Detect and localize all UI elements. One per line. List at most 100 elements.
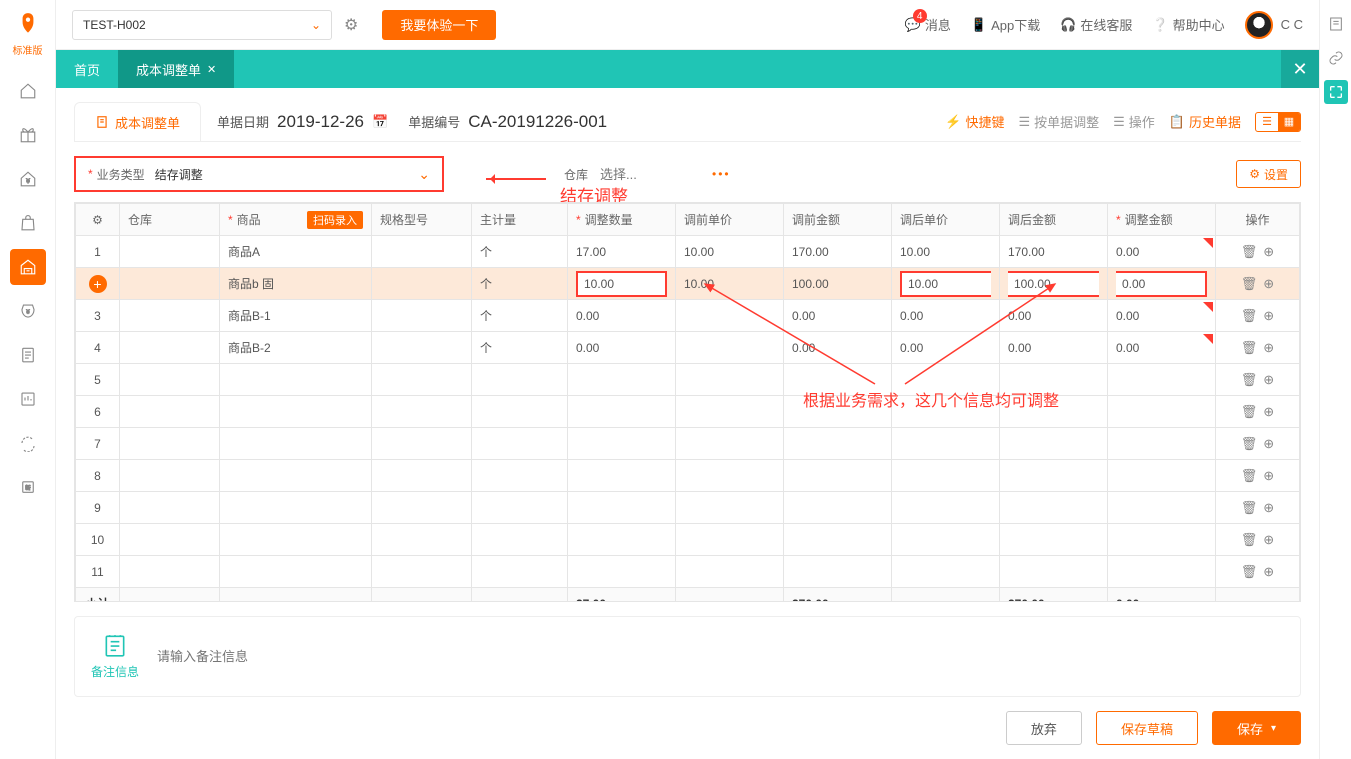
subtotal-row: 小计 27.00270.00 270.000.00 [76,588,1300,603]
calendar-icon[interactable]: 📅 [372,114,388,130]
nav-money-icon[interactable]: ¥ [10,293,46,329]
delete-icon[interactable]: 🗑 [1241,340,1258,355]
col-unit[interactable]: 主计量 [472,204,568,236]
svg-text:¥: ¥ [26,309,29,315]
col-pre-amount[interactable]: 调前金额 [784,204,892,236]
table-row[interactable]: 11🗑⊕ [76,556,1300,588]
save-button[interactable]: 保存▾ [1212,711,1301,745]
col-post-price[interactable]: 调后单价 [892,204,1000,236]
close-icon[interactable]: ✕ [207,63,216,76]
table-row[interactable]: 4商品B-2个0.000.000.000.000.00🗑⊕ [76,332,1300,364]
user-link[interactable]: C C [1245,11,1303,39]
remark-input[interactable] [157,649,1284,664]
delete-icon[interactable]: 🗑 [1241,468,1258,483]
history-link[interactable]: 📋历史单据 [1169,112,1241,131]
nav-price-icon[interactable]: ¥ [10,161,46,197]
nav-clipboard-icon[interactable] [10,337,46,373]
nav-report-icon[interactable] [10,381,46,417]
dock-note-icon[interactable] [1324,12,1348,36]
copy-icon[interactable]: ⊕ [1263,340,1274,355]
chevron-down-icon: ⌄ [311,18,321,32]
messages-link[interactable]: 💬 4 消息 [905,15,951,34]
experience-button[interactable]: 我要体验一下 [382,10,496,40]
copy-icon[interactable]: ⊕ [1263,372,1274,387]
copy-icon[interactable]: ⊕ [1263,276,1274,291]
table-row[interactable]: 1商品A个17.0010.00170.0010.00170.000.00🗑⊕ [76,236,1300,268]
tenant-select[interactable]: TEST-H002 ⌄ [72,10,332,40]
nav-home-icon[interactable] [10,73,46,109]
doc-date[interactable]: 2019-12-26 [277,112,364,132]
copy-icon[interactable]: ⊕ [1263,468,1274,483]
delete-icon[interactable]: 🗑 [1241,308,1258,323]
list-icon: ☰ [1018,114,1030,130]
col-gear[interactable]: ⚙ [76,204,120,236]
dock-expand-icon[interactable] [1324,80,1348,104]
add-row-icon[interactable]: + [89,275,107,293]
copy-icon[interactable]: ⊕ [1263,564,1274,579]
view-toggle[interactable]: ☰▦ [1255,112,1301,132]
delete-icon[interactable]: 🗑 [1241,404,1258,419]
col-spec[interactable]: 规格型号 [372,204,472,236]
doc-icon [95,115,109,129]
table-row[interactable]: 3商品B-1个0.000.000.000.000.00🗑⊕ [76,300,1300,332]
help-link[interactable]: ❔帮助中心 [1152,15,1224,34]
nav-refresh-icon[interactable] [10,425,46,461]
col-adj-amount[interactable]: *调整金额 [1108,204,1216,236]
post-amount-input[interactable]: 100.00 [1008,271,1099,297]
cancel-button[interactable]: 放弃 [1006,711,1082,745]
tab-cost-adjust[interactable]: 成本调整单✕ [118,50,234,88]
gear-icon[interactable]: ⚙ [344,15,358,35]
delete-icon[interactable]: 🗑 [1241,276,1258,291]
copy-icon[interactable]: ⊕ [1263,436,1274,451]
copy-icon[interactable]: ⊕ [1263,500,1274,515]
nav-gift-icon[interactable] [10,117,46,153]
adj-amount-input[interactable]: 0.00 [1116,271,1207,297]
copy-icon[interactable]: ⊕ [1263,308,1274,323]
customer-service-link[interactable]: 🎧在线客服 [1060,15,1132,34]
nav-warehouse-icon[interactable] [10,249,46,285]
by-doc-link[interactable]: ☰按单据调整 [1018,112,1099,131]
tabs-close-all[interactable]: ✕ [1281,50,1319,88]
copy-icon[interactable]: ⊕ [1263,244,1274,259]
business-type-select[interactable]: * 业务类型 结存调整 ⌄ [74,156,444,192]
warehouse-input[interactable] [600,167,700,182]
view-list-icon[interactable]: ☰ [1256,113,1278,131]
col-warehouse[interactable]: 仓库 [120,204,220,236]
table-row[interactable]: 5🗑⊕ [76,364,1300,396]
app-download-link[interactable]: 📱App下载 [971,15,1040,34]
settings-button[interactable]: ⚙设置 [1236,160,1301,188]
tab-home[interactable]: 首页 [56,50,118,88]
nav-new-icon[interactable]: 新 [10,469,46,505]
post-price-input[interactable]: 10.00 [900,271,991,297]
delete-icon[interactable]: 🗑 [1241,532,1258,547]
col-product[interactable]: *商品扫码录入 [220,204,372,236]
copy-icon[interactable]: ⊕ [1263,532,1274,547]
col-qty[interactable]: *调整数量 [568,204,676,236]
copy-icon[interactable]: ⊕ [1263,404,1274,419]
more-icon[interactable]: ••• [712,167,731,181]
table-row[interactable]: 9🗑⊕ [76,492,1300,524]
table-row[interactable]: +商品b 固个10.0010.00100.0010.00100.000.00🗑⊕ [76,268,1300,300]
view-grid-icon[interactable]: ▦ [1278,113,1300,131]
table-row[interactable]: 7🗑⊕ [76,428,1300,460]
delete-icon[interactable]: 🗑 [1241,372,1258,387]
shortcut-link[interactable]: ⚡快捷键 [945,112,1004,131]
top-bar: TEST-H002 ⌄ ⚙ 我要体验一下 💬 4 消息 📱App下载 🎧在线客服… [56,0,1319,50]
svg-text:新: 新 [25,483,31,491]
delete-icon[interactable]: 🗑 [1241,564,1258,579]
qty-input[interactable]: 10.00 [576,271,667,297]
delete-icon[interactable]: 🗑 [1241,500,1258,515]
doc-tab[interactable]: 成本调整单 [74,102,201,142]
table-row[interactable]: 8🗑⊕ [76,460,1300,492]
table-row[interactable]: 10🗑⊕ [76,524,1300,556]
delete-icon[interactable]: 🗑 [1241,244,1258,259]
dock-link-icon[interactable] [1324,46,1348,70]
table-row[interactable]: 6🗑⊕ [76,396,1300,428]
scan-button[interactable]: 扫码录入 [307,211,363,229]
col-post-amount[interactable]: 调后金额 [1000,204,1108,236]
delete-icon[interactable]: 🗑 [1241,436,1258,451]
nav-bag-icon[interactable] [10,205,46,241]
col-pre-price[interactable]: 调前单价 [676,204,784,236]
save-draft-button[interactable]: 保存草稿 [1096,711,1198,745]
ops-link[interactable]: ☰操作 [1113,112,1155,131]
